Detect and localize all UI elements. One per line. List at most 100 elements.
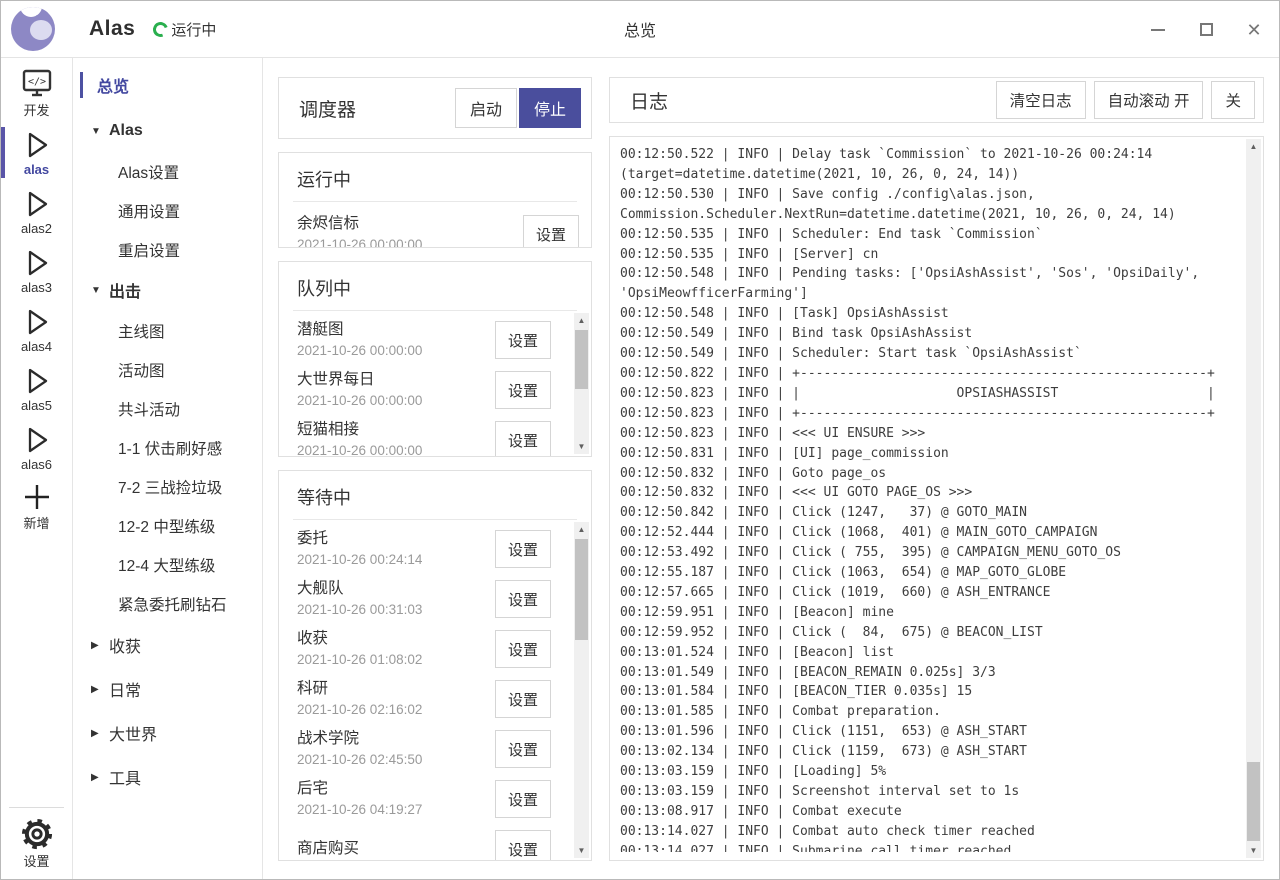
nav-group-Alas[interactable]: ▼Alas [73, 110, 262, 152]
pending-scrollbar[interactable]: ▲ ▼ [574, 313, 589, 454]
window-controls: ✕ [1147, 1, 1265, 58]
task-setting-button[interactable]: 设置 [523, 215, 579, 247]
status-label: 运行中 [171, 19, 216, 40]
scroll-up-icon[interactable]: ▲ [574, 313, 589, 328]
play-icon [21, 247, 53, 279]
nav-item-活动图[interactable]: 活动图 [73, 350, 262, 389]
log-line: 00:13:08.917 | INFO | Combat execute [620, 802, 1241, 822]
task-setting-button[interactable]: 设置 [495, 321, 551, 359]
sidebar-bottom: 设置 [1, 807, 72, 879]
waiting-panel: 等待中 委托2021-10-26 00:24:14设置大舰队2021-10-26… [278, 470, 592, 861]
autoscroll-on-button[interactable]: 自动滚动 开 [1094, 81, 1204, 119]
pending-task-row: 短猫相接2021-10-26 00:00:00设置 [297, 415, 591, 456]
pending-panel: 队列中 潜艇图2021-10-26 00:00:00设置大世界每日2021-10… [278, 261, 592, 457]
scheduler-start-button[interactable]: 启动 [455, 88, 517, 128]
maximize-button[interactable] [1195, 19, 1217, 41]
nav-item-主线图[interactable]: 主线图 [73, 311, 262, 350]
nav-group-收获[interactable]: ▶收获 [73, 623, 262, 667]
scroll-down-icon[interactable]: ▼ [574, 843, 589, 858]
nav-item-紧急委托刷钻石[interactable]: 紧急委托刷钻石 [73, 584, 262, 623]
clear-log-button[interactable]: 清空日志 [996, 81, 1086, 119]
nav-item-12-4 大型练级[interactable]: 12-4 大型练级 [73, 545, 262, 584]
task-info: 大舰队2021-10-26 00:31:03 [297, 578, 495, 620]
sidebar-item-alas4[interactable]: alas4 [1, 300, 72, 359]
nav-item-label: 重启设置 [118, 239, 180, 261]
autoscroll-off-button[interactable]: 关 [1211, 81, 1255, 119]
chevron-right-icon: ▶ [91, 684, 103, 695]
task-setting-button[interactable]: 设置 [495, 530, 551, 568]
nav-item-7-2 三战捡垃圾[interactable]: 7-2 三战捡垃圾 [73, 467, 262, 506]
scheduler-panel: 调度器 启动 停止 [278, 77, 592, 139]
waiting-task-row: 大舰队2021-10-26 00:31:03设置 [297, 574, 591, 624]
sidebar-item-alas6[interactable]: alas6 [1, 418, 72, 477]
scroll-up-icon[interactable]: ▲ [1246, 139, 1261, 154]
waiting-title: 等待中 [279, 471, 591, 519]
task-name: 战术学院 [297, 728, 495, 750]
scrollbar-thumb[interactable] [1247, 762, 1260, 841]
nav-group-日常[interactable]: ▶日常 [73, 667, 262, 711]
log-output[interactable]: 00:12:50.522 | INFO | Delay task `Commis… [620, 145, 1241, 852]
nav-item-12-2 中型练级[interactable]: 12-2 中型练级 [73, 506, 262, 545]
sidebar-item-alas2[interactable]: alas2 [1, 182, 72, 241]
log-line: 00:13:01.584 | INFO | [BEACON_TIER 0.035… [620, 682, 1241, 702]
sidebar-item-settings[interactable]: 设置 [1, 814, 72, 873]
nav-item-active[interactable]: 总览 [73, 70, 262, 100]
task-setting-button[interactable]: 设置 [495, 421, 551, 456]
sidebar-item-label: 设置 [23, 851, 49, 870]
log-line: 00:13:01.549 | INFO | [BEACON_REMAIN 0.0… [620, 663, 1241, 683]
sidebar-item-label: alas5 [21, 398, 52, 413]
task-info: 后宅2021-10-26 04:19:27 [297, 778, 495, 820]
log-line: 00:13:01.585 | INFO | Combat preparation… [620, 702, 1241, 722]
task-setting-button[interactable]: 设置 [495, 780, 551, 818]
sidebar-item-alas5[interactable]: alas5 [1, 359, 72, 418]
scrollbar-thumb[interactable] [575, 330, 588, 389]
task-setting-button[interactable]: 设置 [495, 730, 551, 768]
log-scrollbar[interactable]: ▲ ▼ [1246, 139, 1261, 858]
sidebar-divider [9, 807, 64, 808]
task-setting-button[interactable]: 设置 [495, 371, 551, 409]
log-line: 00:12:55.187 | INFO | Click (1063, 654) … [620, 563, 1241, 583]
nav-item-重启设置[interactable]: 重启设置 [73, 230, 262, 269]
nav-item-Alas设置[interactable]: Alas设置 [73, 152, 262, 191]
task-setting-button[interactable]: 设置 [495, 630, 551, 668]
scroll-down-icon[interactable]: ▼ [574, 439, 589, 454]
nav-group-出击[interactable]: ▼出击 [73, 269, 262, 311]
sidebar-item-alas[interactable]: alas [1, 123, 72, 182]
sidebar-item-alas3[interactable]: alas3 [1, 241, 72, 300]
task-setting-button[interactable]: 设置 [495, 580, 551, 618]
pending-task-row: 潜艇图2021-10-26 00:00:00设置 [297, 315, 591, 365]
sidebar-item-dev[interactable]: </> 开发 [1, 64, 72, 123]
waiting-task-row: 商店购买设置 [297, 824, 591, 860]
sidebar-item-label: 开发 [23, 100, 49, 119]
nav-group-大世界[interactable]: ▶大世界 [73, 711, 262, 755]
nav-item-label: 出击 [109, 278, 141, 302]
task-next-run-time: 2021-10-26 00:00:00 [297, 235, 523, 247]
nav-item-共斗活动[interactable]: 共斗活动 [73, 389, 262, 428]
task-setting-button[interactable]: 设置 [495, 830, 551, 860]
scroll-down-icon[interactable]: ▼ [1246, 843, 1261, 858]
log-line: 00:13:01.596 | INFO | Click (1151, 653) … [620, 722, 1241, 742]
nav-item-label: Alas [109, 122, 143, 140]
sidebar-item-label: alas4 [21, 339, 52, 354]
task-next-run-time: 2021-10-26 04:19:27 [297, 800, 495, 820]
nav-item-label: 共斗活动 [118, 398, 180, 420]
task-next-run-time: 2021-10-26 02:16:02 [297, 700, 495, 720]
log-line: 00:12:50.535 | INFO | [Server] cn [620, 245, 1241, 265]
scheduler-stop-button[interactable]: 停止 [519, 88, 581, 128]
close-button[interactable]: ✕ [1243, 19, 1265, 41]
task-setting-button[interactable]: 设置 [495, 680, 551, 718]
nav-item-通用设置[interactable]: 通用设置 [73, 191, 262, 230]
scrollbar-thumb[interactable] [575, 539, 588, 640]
waiting-scrollbar[interactable]: ▲ ▼ [574, 522, 589, 858]
task-name: 大世界每日 [297, 369, 495, 391]
scroll-up-icon[interactable]: ▲ [574, 522, 589, 537]
log-line: 00:12:50.831 | INFO | [UI] page_commissi… [620, 444, 1241, 464]
nav-item-1-1 伏击刷好感[interactable]: 1-1 伏击刷好感 [73, 428, 262, 467]
app-window: Alas 运行中 总览 ✕ </> 开发 alasalas2alas3a [0, 0, 1280, 880]
main-area: </> 开发 alasalas2alas3 alas4 alas5 alas6 新增 [1, 58, 1279, 879]
log-line: 00:12:53.492 | INFO | Click ( 755, 395) … [620, 543, 1241, 563]
sidebar-item-add[interactable]: 新增 [1, 477, 72, 536]
svg-text:</>: </> [27, 76, 45, 87]
nav-group-工具[interactable]: ▶工具 [73, 755, 262, 799]
minimize-button[interactable] [1147, 19, 1169, 41]
